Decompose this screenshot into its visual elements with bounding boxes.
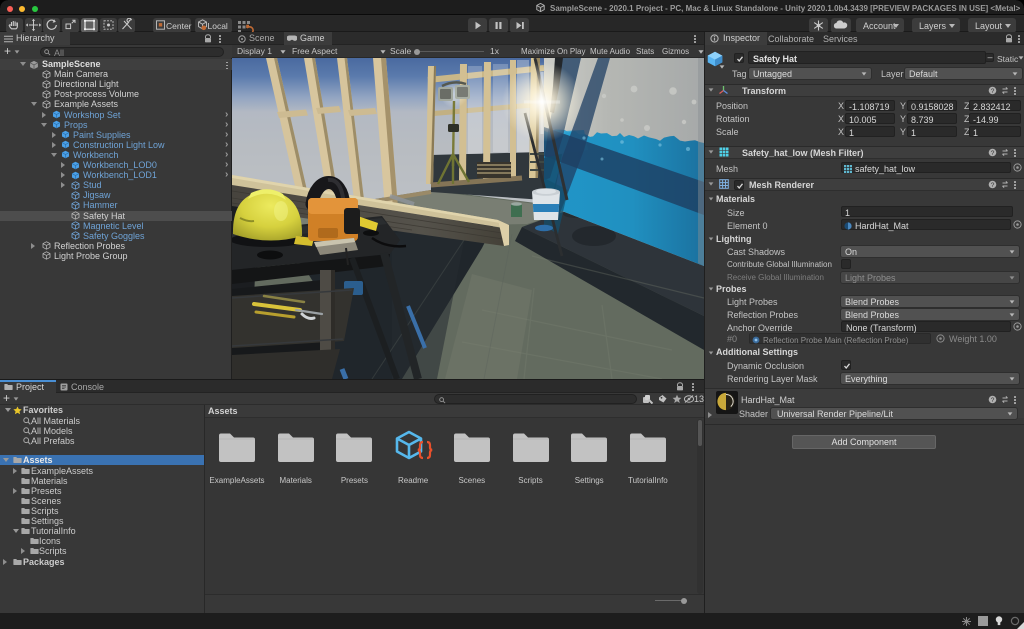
svg-text:?: ? xyxy=(991,88,995,95)
svg-text:?: ? xyxy=(991,182,995,189)
svg-text:?: ? xyxy=(991,150,995,157)
svg-text:?: ? xyxy=(991,397,995,404)
